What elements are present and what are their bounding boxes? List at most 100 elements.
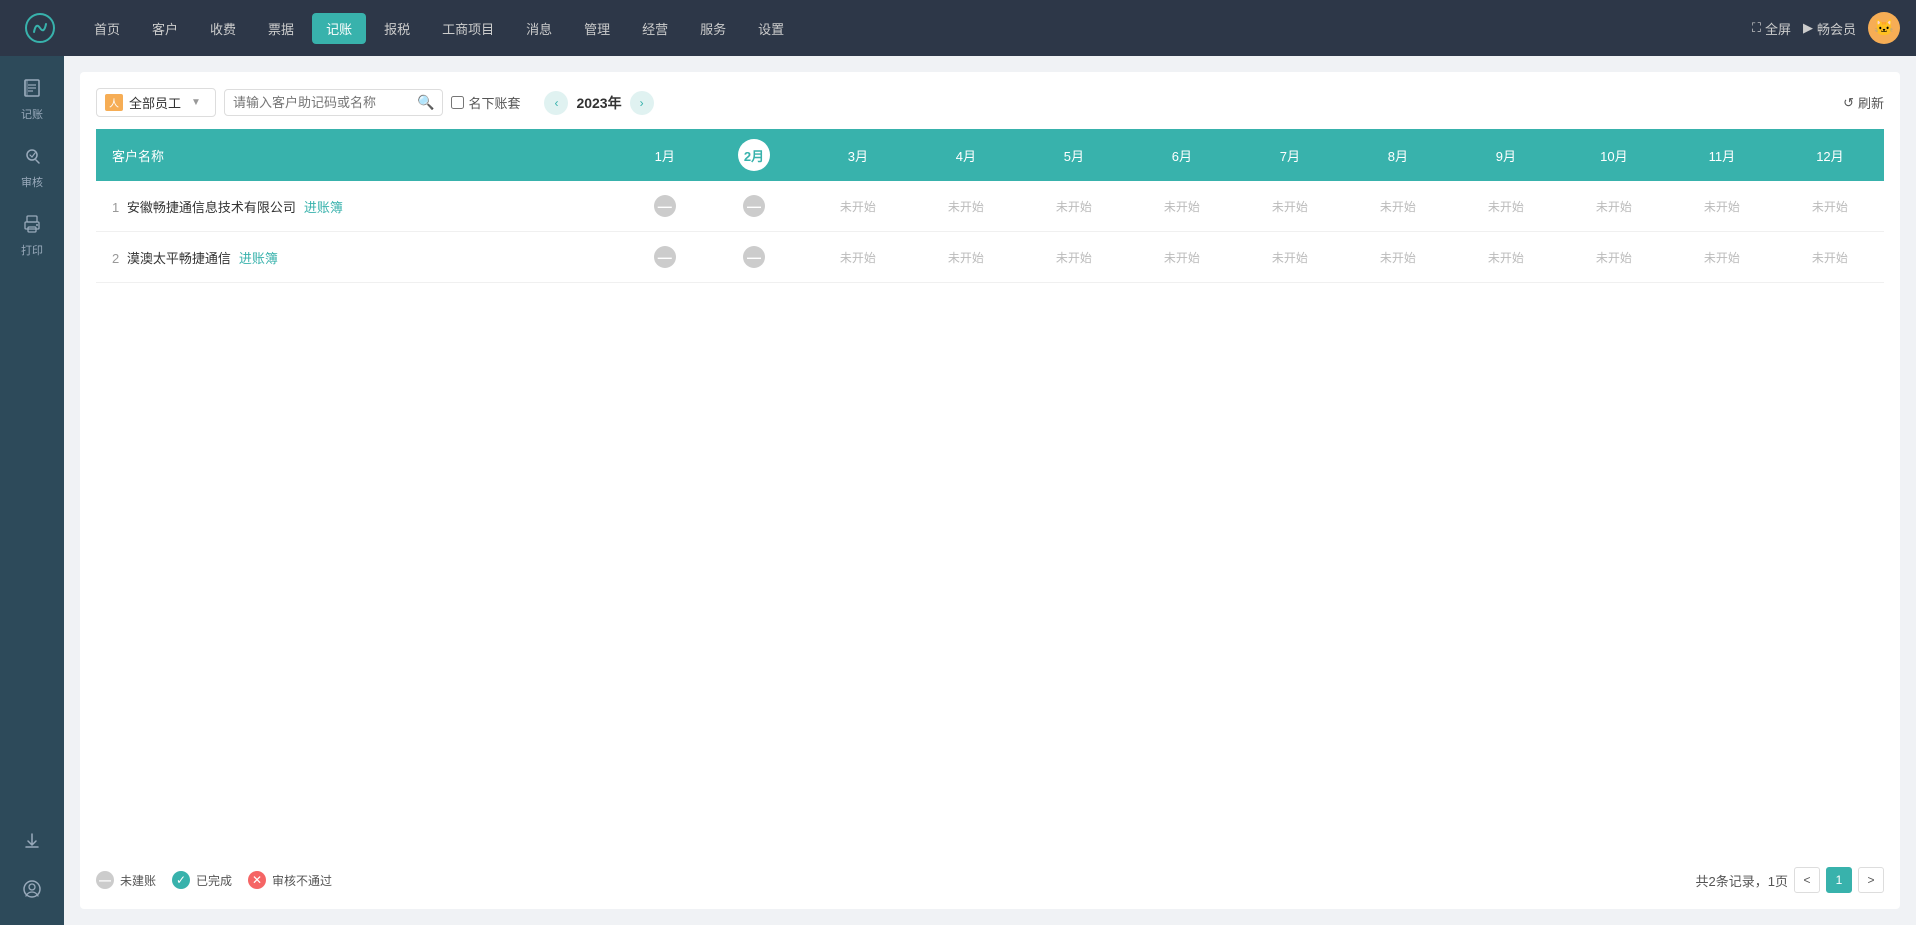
legend-teal-dot: ✓	[172, 871, 190, 889]
sidebar-print-label: 打印	[21, 242, 43, 258]
nav-service[interactable]: 服务	[686, 13, 740, 44]
nav-ledger[interactable]: 记账	[312, 13, 366, 44]
row-number: 1	[112, 200, 123, 215]
col-jun: 6月	[1128, 129, 1236, 181]
nav-tax[interactable]: 报税	[370, 13, 424, 44]
client-cell: 1 安徽畅捷通信息技术有限公司进账簿	[96, 181, 625, 232]
col-client: 客户名称	[96, 129, 625, 181]
ledger-icon	[18, 74, 46, 102]
employee-select-label: 全部员工	[129, 93, 181, 112]
month-cell: 未开始	[1668, 181, 1776, 232]
not-built-icon: —	[743, 195, 765, 217]
legend-not-built: — 未建账	[96, 871, 156, 889]
nav-client[interactable]: 客户	[138, 13, 192, 44]
col-aug: 8月	[1344, 129, 1452, 181]
client-name: 漠澳太平畅捷通信	[127, 251, 231, 266]
legend-completed: ✓ 已完成	[172, 871, 232, 889]
nav-items: 首页 客户 收费 票据 记账 报税 工商项目 消息 管理 经营 服务 设置	[80, 13, 1752, 44]
month-cell: 未开始	[1776, 181, 1884, 232]
refresh-label: 刷新	[1858, 93, 1884, 112]
my-accounts-checkbox[interactable]	[451, 96, 464, 109]
fullscreen-icon: ⛶	[1752, 20, 1761, 36]
sidebar-audit-label: 审核	[21, 174, 43, 190]
month-cell: —	[625, 232, 704, 283]
nav-settings[interactable]: 设置	[744, 13, 798, 44]
table-footer: — 未建账 ✓ 已完成 ✕ 审核不通过 共2条记录，1页 < 1 >	[96, 855, 1884, 893]
nav-home[interactable]: 首页	[80, 13, 134, 44]
prev-page-button[interactable]: <	[1794, 867, 1820, 893]
nav-operation[interactable]: 经营	[628, 13, 682, 44]
fullscreen-label: 全屏	[1765, 19, 1791, 38]
avatar[interactable]: 🐱	[1868, 12, 1900, 44]
client-name: 安徽畅捷通信息技术有限公司	[127, 200, 296, 215]
not-built-icon: —	[654, 246, 676, 268]
not-built-icon: —	[654, 195, 676, 217]
month-cell: 未开始	[912, 232, 1020, 283]
member-button[interactable]: ▶ 畅会员	[1803, 19, 1856, 38]
page-1-button[interactable]: 1	[1826, 867, 1852, 893]
month-cell: —	[625, 181, 704, 232]
nav-invoice[interactable]: 票据	[254, 13, 308, 44]
month-cell: 未开始	[1452, 181, 1560, 232]
employee-select[interactable]: 人 全部员工 ▼	[96, 88, 216, 117]
search-input[interactable]	[233, 95, 413, 110]
search-icon[interactable]: 🔍	[417, 94, 434, 111]
sidebar-item-print[interactable]: 打印	[0, 200, 64, 268]
sidebar: 记账 审核 打印	[0, 56, 64, 925]
month-cell: —	[704, 181, 804, 232]
col-nov: 11月	[1668, 129, 1776, 181]
enter-ledger-link[interactable]: 进账簿	[239, 251, 278, 266]
nav-manage[interactable]: 管理	[570, 13, 624, 44]
sidebar-item-ledger[interactable]: 记账	[0, 64, 64, 132]
col-jan: 1月	[625, 129, 704, 181]
download-icon	[18, 827, 46, 855]
month-cell: 未开始	[804, 232, 912, 283]
col-sep: 9月	[1452, 129, 1560, 181]
sidebar-item-user[interactable]	[0, 865, 64, 913]
content-card: 人 全部员工 ▼ 🔍 名下账套 ‹ 2023年 › ↺ 刷新	[80, 72, 1900, 909]
sidebar-item-audit[interactable]: 审核	[0, 132, 64, 200]
prev-year-button[interactable]: ‹	[544, 91, 568, 115]
row-number: 2	[112, 251, 123, 266]
month-cell: —	[704, 232, 804, 283]
next-page-button[interactable]: >	[1858, 867, 1884, 893]
month-cell: 未开始	[1128, 181, 1236, 232]
nav-message[interactable]: 消息	[512, 13, 566, 44]
month-cell: 未开始	[1128, 232, 1236, 283]
legend-rejected-label: 审核不通过	[272, 872, 332, 889]
table-wrap[interactable]: 客户名称 1月 2月 3月 4月 5月 6月 7月 8月 9月 10月 11月	[96, 129, 1884, 283]
col-apr: 4月	[912, 129, 1020, 181]
legend-red-dot: ✕	[248, 871, 266, 889]
month-cell: 未开始	[1560, 232, 1668, 283]
nav-business[interactable]: 工商项目	[428, 13, 508, 44]
toolbar: 人 全部员工 ▼ 🔍 名下账套 ‹ 2023年 › ↺ 刷新	[96, 88, 1884, 117]
next-year-button[interactable]: ›	[630, 91, 654, 115]
month-cell: 未开始	[1236, 181, 1344, 232]
fullscreen-button[interactable]: ⛶ 全屏	[1752, 19, 1791, 38]
col-jul: 7月	[1236, 129, 1344, 181]
member-label: 畅会员	[1817, 19, 1856, 38]
col-mar: 3月	[804, 129, 912, 181]
col-may: 5月	[1020, 129, 1128, 181]
pagination: 共2条记录，1页 < 1 >	[1696, 867, 1884, 893]
month-cell: 未开始	[1668, 232, 1776, 283]
month-cell: 未开始	[1344, 181, 1452, 232]
active-month-circle: 2月	[738, 139, 770, 171]
main-content: 人 全部员工 ▼ 🔍 名下账套 ‹ 2023年 › ↺ 刷新	[64, 56, 1916, 925]
enter-ledger-link[interactable]: 进账簿	[304, 200, 343, 215]
sidebar-item-download[interactable]	[0, 817, 64, 865]
month-cell: 未开始	[1236, 232, 1344, 283]
legend-rejected: ✕ 审核不通过	[248, 871, 332, 889]
month-cell: 未开始	[1776, 232, 1884, 283]
legend-completed-label: 已完成	[196, 872, 232, 889]
nav-fee[interactable]: 收费	[196, 13, 250, 44]
app-logo	[16, 12, 64, 44]
month-cell: 未开始	[912, 181, 1020, 232]
my-accounts-checkbox-label[interactable]: 名下账套	[451, 93, 520, 112]
month-cell: 未开始	[1020, 181, 1128, 232]
refresh-button[interactable]: ↺ 刷新	[1843, 93, 1884, 112]
table-row: 2 漠澳太平畅捷通信进账簿——未开始未开始未开始未开始未开始未开始未开始未开始未…	[96, 232, 1884, 283]
print-icon	[18, 210, 46, 238]
col-oct: 10月	[1560, 129, 1668, 181]
month-cell: 未开始	[1344, 232, 1452, 283]
